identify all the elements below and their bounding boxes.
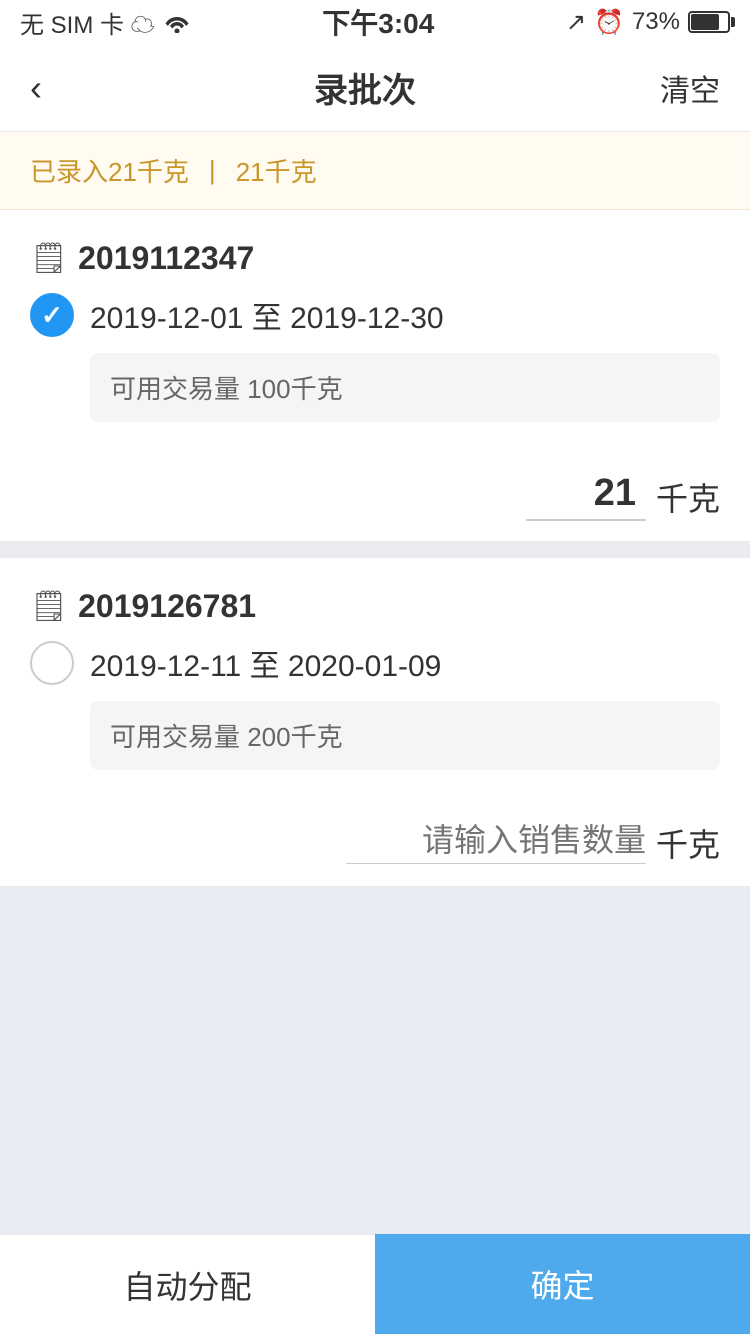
batch-1-row: 2019-12-01 至 2019-12-30	[30, 293, 720, 337]
section-divider	[0, 542, 750, 558]
status-left: 无 SIM 卡 ☁	[20, 5, 191, 40]
batch-item-1: 🗒 2019112347 2019-12-01 至 2019-12-30 可用交…	[0, 210, 750, 452]
batch-1-available: 可用交易量 100千克	[90, 353, 720, 422]
status-bar: 无 SIM 卡 ☁ 下午3:04 ↗ ⏰ 73%	[0, 0, 750, 44]
batch-2-date: 2019-12-11 至 2020-01-09	[90, 641, 441, 685]
empty-area	[0, 887, 750, 1234]
batch-1-date: 2019-12-01 至 2019-12-30	[90, 293, 444, 337]
batch-2-id: 2019126781	[78, 588, 256, 625]
batch-item-2: 🗒 2019126781 2019-12-11 至 2020-01-09 可用交…	[0, 558, 750, 800]
batch-2-available: 可用交易量 200千克	[90, 701, 720, 770]
batch-2-header: 🗒 2019126781	[30, 588, 720, 625]
confirm-button[interactable]: 确定	[375, 1234, 750, 1334]
batch-1-radio[interactable]	[30, 293, 74, 337]
no-sim-text: 无 SIM 卡 ☁	[20, 5, 155, 40]
battery-percent: 73%	[632, 8, 680, 36]
info-banner: 已录入21千克 | 21千克	[0, 132, 750, 210]
batch-2-row: 2019-12-11 至 2020-01-09	[30, 641, 720, 685]
bottom-bar: 自动分配 确定	[0, 1234, 750, 1334]
batch-2-input-wrap[interactable]	[346, 822, 646, 864]
clear-button[interactable]: 清空	[640, 66, 720, 110]
entered-value: 21千克	[236, 152, 317, 189]
wifi-icon	[163, 11, 191, 33]
batch-1-unit: 千克	[656, 474, 720, 520]
batch-2-radio[interactable]	[30, 641, 74, 685]
battery-icon	[688, 11, 730, 33]
back-button[interactable]: ‹	[30, 67, 90, 109]
entered-label: 已录入21千克	[30, 152, 189, 189]
batch-1-qty-display[interactable]: 21	[526, 472, 646, 521]
batch-2-unit: 千克	[656, 820, 720, 866]
page-title: 录批次	[314, 63, 416, 112]
batch-2-icon: 🗒	[30, 589, 68, 624]
batch-2-qty-input[interactable]	[346, 822, 646, 863]
batch-1-id: 2019112347	[78, 240, 254, 277]
info-divider: |	[209, 155, 216, 186]
batch-1-qty-value: 21	[594, 472, 636, 514]
batch-1-icon: 🗒	[30, 241, 68, 276]
alarm-icon: ⏰	[594, 8, 624, 37]
status-time: 下午3:04	[322, 2, 434, 42]
nav-bar: ‹ 录批次 清空	[0, 44, 750, 132]
batch-1-qty-row: 21 千克	[0, 452, 750, 542]
batch-1-header: 🗒 2019112347	[30, 240, 720, 277]
status-right: ↗ ⏰ 73%	[566, 8, 730, 37]
batch-2-input-row[interactable]: 千克	[0, 800, 750, 887]
main-content: 已录入21千克 | 21千克 🗒 2019112347 2019-12-01 至…	[0, 132, 750, 1234]
location-icon: ↗	[566, 8, 586, 37]
auto-distribute-button[interactable]: 自动分配	[0, 1234, 375, 1334]
